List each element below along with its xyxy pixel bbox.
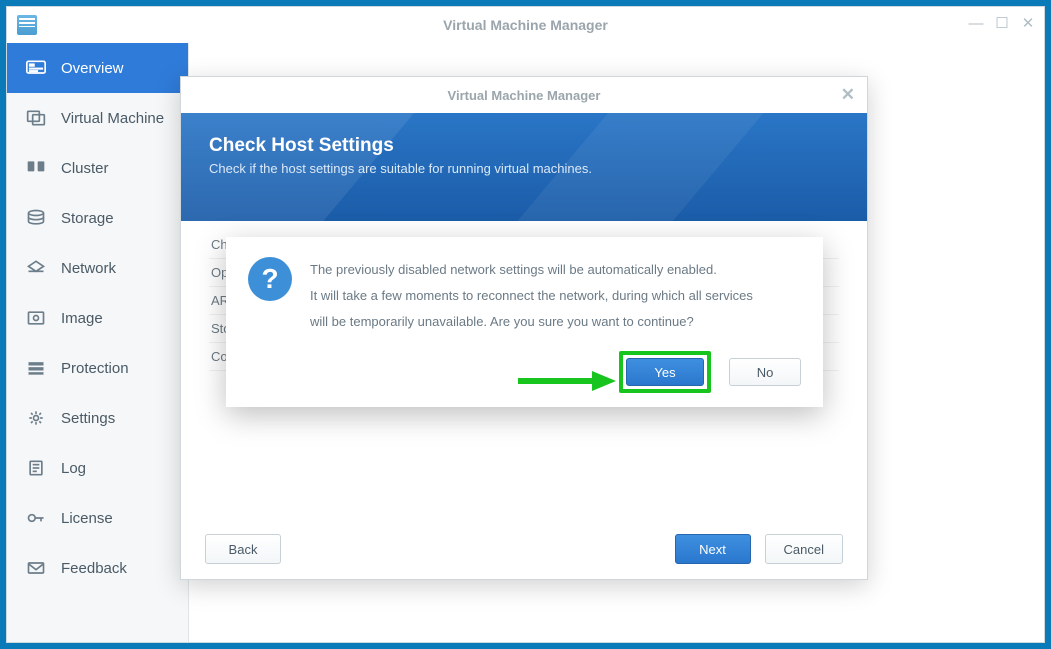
sidebar-item-network[interactable]: Network bbox=[7, 243, 188, 293]
confirm-content: ? The previously disabled network settin… bbox=[248, 257, 801, 345]
sidebar-item-label: Overview bbox=[61, 60, 124, 77]
log-icon bbox=[25, 459, 47, 477]
sidebar-item-label: Image bbox=[61, 310, 103, 327]
back-button[interactable]: Back bbox=[205, 534, 281, 564]
sidebar-item-label: Protection bbox=[61, 360, 129, 377]
key-icon bbox=[25, 509, 47, 527]
sidebar-item-label: Log bbox=[61, 460, 86, 477]
wizard-banner: Check Host Settings Check if the host se… bbox=[181, 113, 867, 221]
wizard-titlebar: Virtual Machine Manager ✕ bbox=[181, 77, 867, 113]
sidebar-item-protection[interactable]: Protection bbox=[7, 343, 188, 393]
wizard-close-button[interactable]: ✕ bbox=[841, 85, 855, 105]
main-window-title: Virtual Machine Manager bbox=[7, 17, 1044, 33]
wizard-footer: Back Next Cancel bbox=[181, 519, 867, 579]
minimize-button[interactable]: — bbox=[968, 15, 984, 31]
window-controls: — ☐ ✕ bbox=[968, 15, 1036, 31]
app-icon bbox=[17, 15, 37, 35]
main-titlebar: Virtual Machine Manager — ☐ ✕ bbox=[7, 7, 1044, 43]
sidebar-item-overview[interactable]: Overview bbox=[7, 43, 188, 93]
next-button[interactable]: Next bbox=[675, 534, 751, 564]
sidebar-item-settings[interactable]: Settings bbox=[7, 393, 188, 443]
sidebar-item-label: Settings bbox=[61, 410, 115, 427]
wizard-heading: Check Host Settings bbox=[209, 135, 839, 157]
sidebar-item-image[interactable]: Image bbox=[7, 293, 188, 343]
sidebar-item-log[interactable]: Log bbox=[7, 443, 188, 493]
wizard-title: Virtual Machine Manager bbox=[448, 88, 601, 103]
close-button[interactable]: ✕ bbox=[1020, 15, 1036, 31]
cluster-icon bbox=[25, 159, 47, 177]
wizard-subheading: Check if the host settings are suitable … bbox=[209, 161, 839, 176]
image-icon bbox=[25, 309, 47, 327]
no-button[interactable]: No bbox=[729, 358, 801, 386]
yes-button[interactable]: Yes bbox=[626, 358, 704, 386]
sidebar-item-license[interactable]: License bbox=[7, 493, 188, 543]
protection-icon bbox=[25, 359, 47, 377]
maximize-button[interactable]: ☐ bbox=[994, 15, 1010, 31]
envelope-icon bbox=[25, 559, 47, 577]
sidebar-item-label: Cluster bbox=[61, 160, 109, 177]
network-icon bbox=[25, 259, 47, 277]
sidebar-item-label: License bbox=[61, 510, 113, 527]
sidebar-item-cluster[interactable]: Cluster bbox=[7, 143, 188, 193]
confirm-line: will be temporarily unavailable. Are you… bbox=[310, 309, 753, 335]
sidebar-item-feedback[interactable]: Feedback bbox=[7, 543, 188, 593]
overview-icon bbox=[25, 59, 47, 77]
cancel-button[interactable]: Cancel bbox=[765, 534, 843, 564]
confirm-buttons: Yes No bbox=[248, 345, 801, 393]
yes-highlight-annotation: Yes bbox=[619, 351, 711, 393]
question-icon: ? bbox=[248, 257, 292, 301]
confirm-text: The previously disabled network settings… bbox=[310, 257, 753, 345]
sidebar-item-label: Network bbox=[61, 260, 116, 277]
confirm-line: It will take a few moments to reconnect … bbox=[310, 283, 753, 309]
confirm-dialog: ? The previously disabled network settin… bbox=[226, 237, 823, 407]
confirm-line: The previously disabled network settings… bbox=[310, 257, 753, 283]
sidebar-item-storage[interactable]: Storage bbox=[7, 193, 188, 243]
sidebar-item-label: Virtual Machine bbox=[61, 110, 164, 127]
sidebar-item-virtual-machine[interactable]: Virtual Machine bbox=[7, 93, 188, 143]
vm-icon bbox=[25, 109, 47, 127]
sidebar-item-label: Feedback bbox=[61, 560, 127, 577]
storage-icon bbox=[25, 209, 47, 227]
sidebar-item-label: Storage bbox=[61, 210, 114, 227]
gear-icon bbox=[25, 409, 47, 427]
sidebar: Overview Virtual Machine Cluster Storage bbox=[7, 43, 189, 642]
